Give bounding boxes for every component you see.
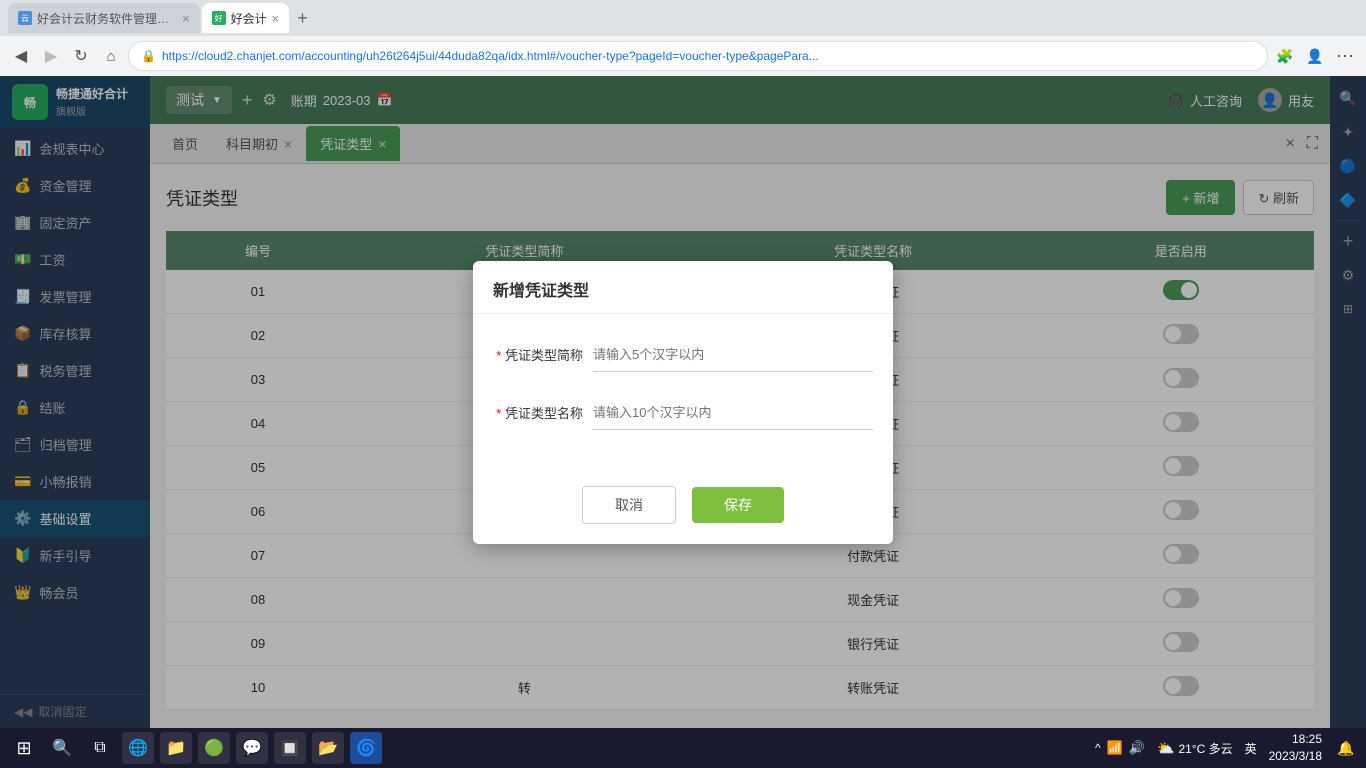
start-button[interactable]: ⊞ [8, 732, 40, 764]
tab-favicon-2: 好 [212, 11, 226, 25]
taskbar-app-4[interactable]: 💬 [236, 732, 268, 764]
tab-bar: 云 好会计云财务软件管理系统_会计 × 好 好会计 × + [0, 0, 1366, 36]
volume-icon[interactable]: 🔊 [1129, 740, 1145, 756]
time-display[interactable]: 18:25 2023/3/18 [1269, 731, 1322, 765]
profile-button[interactable]: 👤 [1302, 43, 1328, 69]
taskbar-system-icons: ^ 📶 🔊 [1095, 740, 1145, 756]
forward-button[interactable]: ▶ [38, 43, 64, 69]
modal-footer: 取消 保存 [473, 478, 893, 544]
weather-icon: ⛅ [1157, 740, 1174, 757]
name-required: * [496, 406, 501, 421]
tab-close-2[interactable]: × [272, 11, 280, 26]
name-form-row: * 凭证类型名称 [493, 396, 873, 430]
name-label: * 凭证类型名称 [493, 403, 583, 422]
extensions-button[interactable]: 🧩 [1272, 43, 1298, 69]
modal-overlay: 新增凭证类型 * 凭证类型简称 * 凭证类型名称 [0, 76, 1366, 728]
back-button[interactable]: ◀ [8, 43, 34, 69]
abbr-label: * 凭证类型简称 [493, 345, 583, 364]
chevron-up-icon[interactable]: ^ [1095, 741, 1101, 755]
tab-label-2: 好会计 [231, 10, 267, 27]
taskbar-app-7[interactable]: 🌀 [350, 732, 382, 764]
url-bar[interactable]: 🔒 https://cloud2.chanjet.com/accounting/… [128, 41, 1268, 71]
modal-title: 新增凭证类型 [493, 283, 589, 300]
wifi-icon[interactable]: 📶 [1107, 740, 1123, 756]
weather-text: 21°C 多云 [1178, 740, 1232, 757]
abbr-input[interactable] [593, 338, 873, 372]
more-button[interactable]: ⋯ [1332, 43, 1358, 69]
notification-button[interactable]: 🔔 [1334, 736, 1358, 760]
name-input[interactable] [593, 396, 873, 430]
taskbar-app-3[interactable]: 🟢 [198, 732, 230, 764]
home-button[interactable]: ⌂ [98, 43, 124, 69]
taskbar-app-2[interactable]: 📁 [160, 732, 192, 764]
browser-window: 云 好会计云财务软件管理系统_会计 × 好 好会计 × + ◀ ▶ ↻ ⌂ 🔒 … [0, 0, 1366, 768]
taskbar-app-1[interactable]: 🌐 [122, 732, 154, 764]
taskview-button[interactable]: ⧉ [84, 732, 116, 764]
abbr-required: * [496, 348, 501, 363]
save-button[interactable]: 保存 [692, 487, 784, 523]
modal-body: * 凭证类型简称 * 凭证类型名称 [473, 314, 893, 478]
browser-tab-inactive[interactable]: 云 好会计云财务软件管理系统_会计 × [8, 3, 200, 33]
taskbar-right: ^ 📶 🔊 ⛅ 21°C 多云 英 18:25 2023/3/18 🔔 [1095, 731, 1358, 765]
taskbar-app-6[interactable]: 📂 [312, 732, 344, 764]
search-taskbar-button[interactable]: 🔍 [46, 732, 78, 764]
tab-label-1: 好会计云财务软件管理系统_会计 [37, 10, 177, 27]
date-value: 2023/3/18 [1269, 748, 1322, 765]
modal-header: 新增凭证类型 [473, 261, 893, 314]
url-text: https://cloud2.chanjet.com/accounting/uh… [162, 49, 1255, 63]
new-tab-button[interactable]: + [291, 3, 314, 33]
tab-favicon-1: 云 [18, 11, 32, 25]
modal-dialog: 新增凭证类型 * 凭证类型简称 * 凭证类型名称 [473, 261, 893, 544]
taskbar: ⊞ 🔍 ⧉ 🌐 📁 🟢 💬 🔲 📂 🌀 ^ 📶 🔊 ⛅ 21°C 多云 英 18… [0, 728, 1366, 768]
language-indicator: 英 [1245, 740, 1257, 757]
lock-icon: 🔒 [141, 49, 156, 63]
weather-section: ⛅ 21°C 多云 [1157, 740, 1233, 757]
taskbar-app-5[interactable]: 🔲 [274, 732, 306, 764]
browser-tab-active[interactable]: 好 好会计 × [202, 3, 290, 33]
address-bar: ◀ ▶ ↻ ⌂ 🔒 https://cloud2.chanjet.com/acc… [0, 36, 1366, 76]
cancel-button[interactable]: 取消 [582, 486, 676, 524]
abbr-form-row: * 凭证类型简称 [493, 338, 873, 372]
time-value: 18:25 [1269, 731, 1322, 748]
tab-close-1[interactable]: × [182, 11, 190, 26]
reload-button[interactable]: ↻ [68, 43, 94, 69]
